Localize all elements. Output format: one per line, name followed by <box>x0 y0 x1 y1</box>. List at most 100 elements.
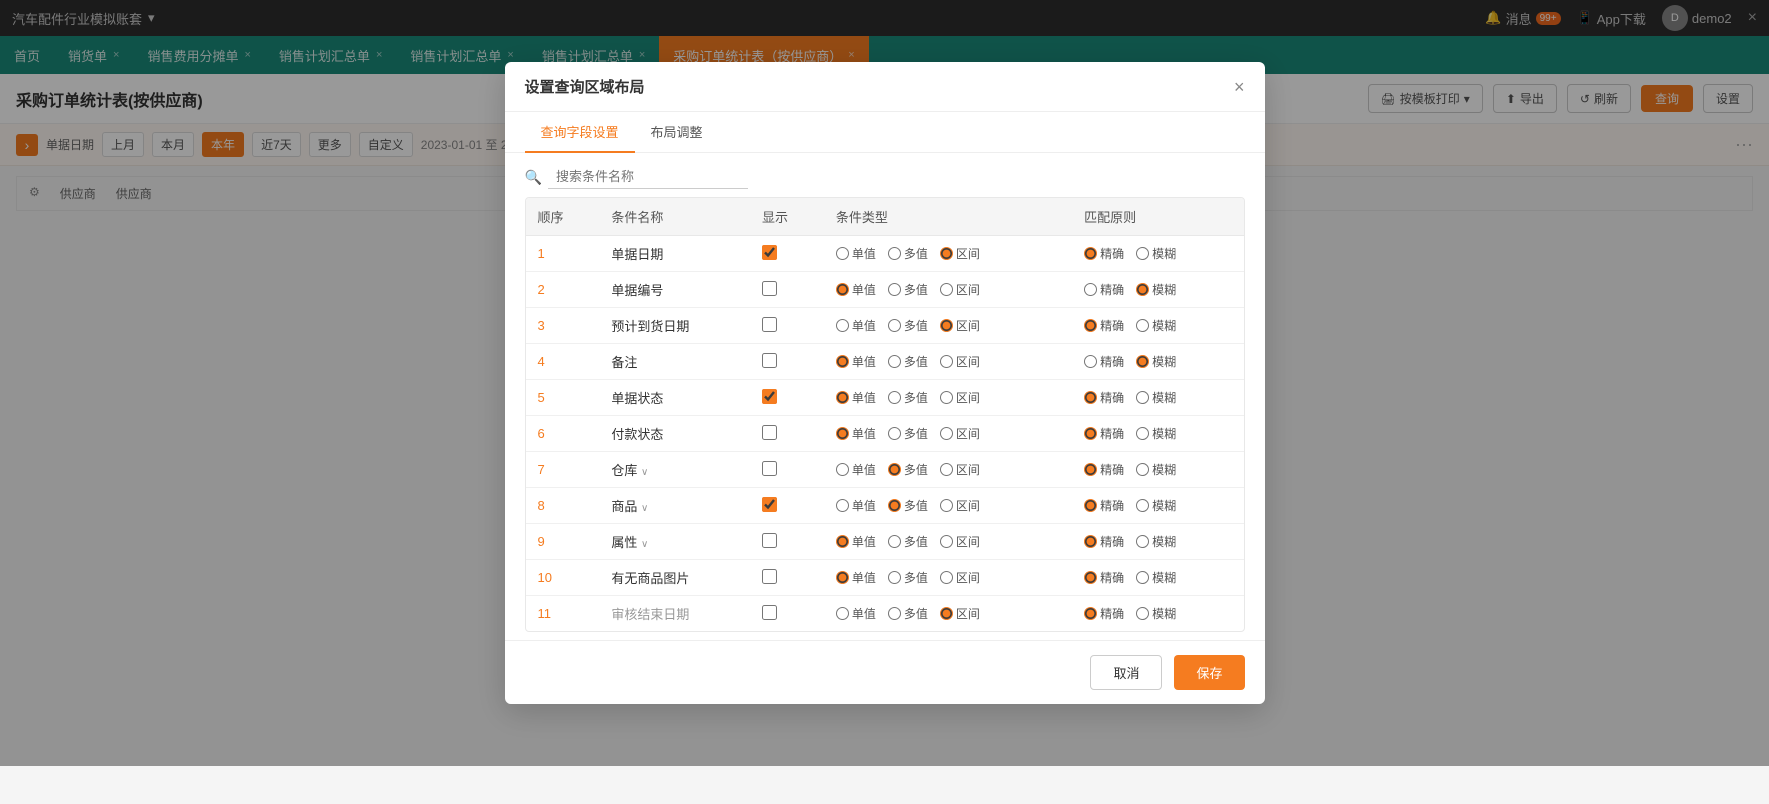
display-checkbox[interactable] <box>762 281 777 296</box>
match-exact-label[interactable]: 精确 <box>1084 317 1124 334</box>
type-multi-radio[interactable] <box>888 607 901 620</box>
type-multi-label[interactable]: 多值 <box>888 389 928 406</box>
type-single-label[interactable]: 单值 <box>836 605 876 622</box>
type-range-label[interactable]: 区间 <box>940 425 980 442</box>
type-single-radio[interactable] <box>836 499 849 512</box>
display-checkbox[interactable] <box>762 425 777 440</box>
type-single-radio[interactable] <box>836 427 849 440</box>
match-exact-radio[interactable] <box>1084 355 1097 368</box>
match-fuzzy-radio[interactable] <box>1136 391 1149 404</box>
type-range-label[interactable]: 区间 <box>940 569 980 586</box>
type-single-radio[interactable] <box>836 391 849 404</box>
match-fuzzy-label[interactable]: 模糊 <box>1136 605 1176 622</box>
match-exact-label[interactable]: 精确 <box>1084 569 1124 586</box>
display-checkbox[interactable] <box>762 245 777 260</box>
match-exact-label[interactable]: 精确 <box>1084 605 1124 622</box>
type-single-label[interactable]: 单值 <box>836 533 876 550</box>
type-single-label[interactable]: 单值 <box>836 425 876 442</box>
type-multi-radio[interactable] <box>888 463 901 476</box>
type-range-label[interactable]: 区间 <box>940 461 980 478</box>
match-exact-label[interactable]: 精确 <box>1084 245 1124 262</box>
dialog-close-button[interactable]: × <box>1234 78 1245 96</box>
type-single-label[interactable]: 单值 <box>836 389 876 406</box>
type-range-label[interactable]: 区间 <box>940 245 980 262</box>
match-exact-radio[interactable] <box>1084 427 1097 440</box>
type-multi-label[interactable]: 多值 <box>888 245 928 262</box>
match-exact-radio[interactable] <box>1084 607 1097 620</box>
match-fuzzy-label[interactable]: 模糊 <box>1136 353 1176 370</box>
type-multi-radio[interactable] <box>888 499 901 512</box>
condition-dropdown-icon[interactable]: ∨ <box>641 467 648 478</box>
type-multi-label[interactable]: 多值 <box>888 569 928 586</box>
match-fuzzy-label[interactable]: 模糊 <box>1136 389 1176 406</box>
type-multi-radio[interactable] <box>888 535 901 548</box>
type-single-radio[interactable] <box>836 571 849 584</box>
type-range-radio[interactable] <box>940 391 953 404</box>
match-exact-label[interactable]: 精确 <box>1084 353 1124 370</box>
type-range-radio[interactable] <box>940 427 953 440</box>
display-checkbox[interactable] <box>762 389 777 404</box>
type-multi-radio[interactable] <box>888 571 901 584</box>
match-fuzzy-radio[interactable] <box>1136 535 1149 548</box>
display-checkbox[interactable] <box>762 461 777 476</box>
type-single-label[interactable]: 单值 <box>836 353 876 370</box>
match-fuzzy-label[interactable]: 模糊 <box>1136 245 1176 262</box>
match-fuzzy-radio[interactable] <box>1136 319 1149 332</box>
cancel-button[interactable]: 取消 <box>1090 655 1162 690</box>
type-multi-radio[interactable] <box>888 319 901 332</box>
match-fuzzy-label[interactable]: 模糊 <box>1136 425 1176 442</box>
type-single-radio[interactable] <box>836 535 849 548</box>
match-fuzzy-label[interactable]: 模糊 <box>1136 497 1176 514</box>
type-single-radio[interactable] <box>836 247 849 260</box>
match-fuzzy-radio[interactable] <box>1136 247 1149 260</box>
match-fuzzy-label[interactable]: 模糊 <box>1136 281 1176 298</box>
cell-display[interactable] <box>750 236 824 272</box>
match-exact-radio[interactable] <box>1084 247 1097 260</box>
match-fuzzy-radio[interactable] <box>1136 607 1149 620</box>
match-exact-radio[interactable] <box>1084 391 1097 404</box>
display-checkbox[interactable] <box>762 569 777 584</box>
display-checkbox[interactable] <box>762 497 777 512</box>
type-single-radio[interactable] <box>836 283 849 296</box>
display-checkbox[interactable] <box>762 353 777 368</box>
type-single-label[interactable]: 单值 <box>836 569 876 586</box>
match-fuzzy-radio[interactable] <box>1136 427 1149 440</box>
type-single-radio[interactable] <box>836 607 849 620</box>
type-single-label[interactable]: 单值 <box>836 281 876 298</box>
match-fuzzy-radio[interactable] <box>1136 283 1149 296</box>
type-range-label[interactable]: 区间 <box>940 533 980 550</box>
display-checkbox[interactable] <box>762 533 777 548</box>
type-multi-label[interactable]: 多值 <box>888 461 928 478</box>
cell-display[interactable] <box>750 452 824 488</box>
cell-display[interactable] <box>750 488 824 524</box>
type-multi-radio[interactable] <box>888 283 901 296</box>
match-exact-label[interactable]: 精确 <box>1084 389 1124 406</box>
type-range-radio[interactable] <box>940 355 953 368</box>
dialog-tab-field-settings[interactable]: 查询字段设置 <box>525 112 635 153</box>
type-multi-label[interactable]: 多值 <box>888 425 928 442</box>
match-fuzzy-radio[interactable] <box>1136 355 1149 368</box>
match-exact-radio[interactable] <box>1084 283 1097 296</box>
type-range-radio[interactable] <box>940 607 953 620</box>
type-single-radio[interactable] <box>836 355 849 368</box>
type-range-radio[interactable] <box>940 247 953 260</box>
search-input[interactable] <box>548 165 748 189</box>
cell-display[interactable] <box>750 272 824 308</box>
type-single-label[interactable]: 单值 <box>836 461 876 478</box>
cell-display[interactable] <box>750 344 824 380</box>
type-range-radio[interactable] <box>940 283 953 296</box>
match-fuzzy-radio[interactable] <box>1136 499 1149 512</box>
match-fuzzy-radio[interactable] <box>1136 571 1149 584</box>
type-multi-radio[interactable] <box>888 427 901 440</box>
type-single-radio[interactable] <box>836 463 849 476</box>
type-single-label[interactable]: 单值 <box>836 497 876 514</box>
cell-display[interactable] <box>750 416 824 452</box>
display-checkbox[interactable] <box>762 605 777 620</box>
type-multi-radio[interactable] <box>888 247 901 260</box>
condition-dropdown-icon[interactable]: ∨ <box>641 539 648 550</box>
match-exact-radio[interactable] <box>1084 319 1097 332</box>
type-range-radio[interactable] <box>940 499 953 512</box>
type-multi-label[interactable]: 多值 <box>888 497 928 514</box>
match-exact-label[interactable]: 精确 <box>1084 425 1124 442</box>
match-exact-radio[interactable] <box>1084 499 1097 512</box>
